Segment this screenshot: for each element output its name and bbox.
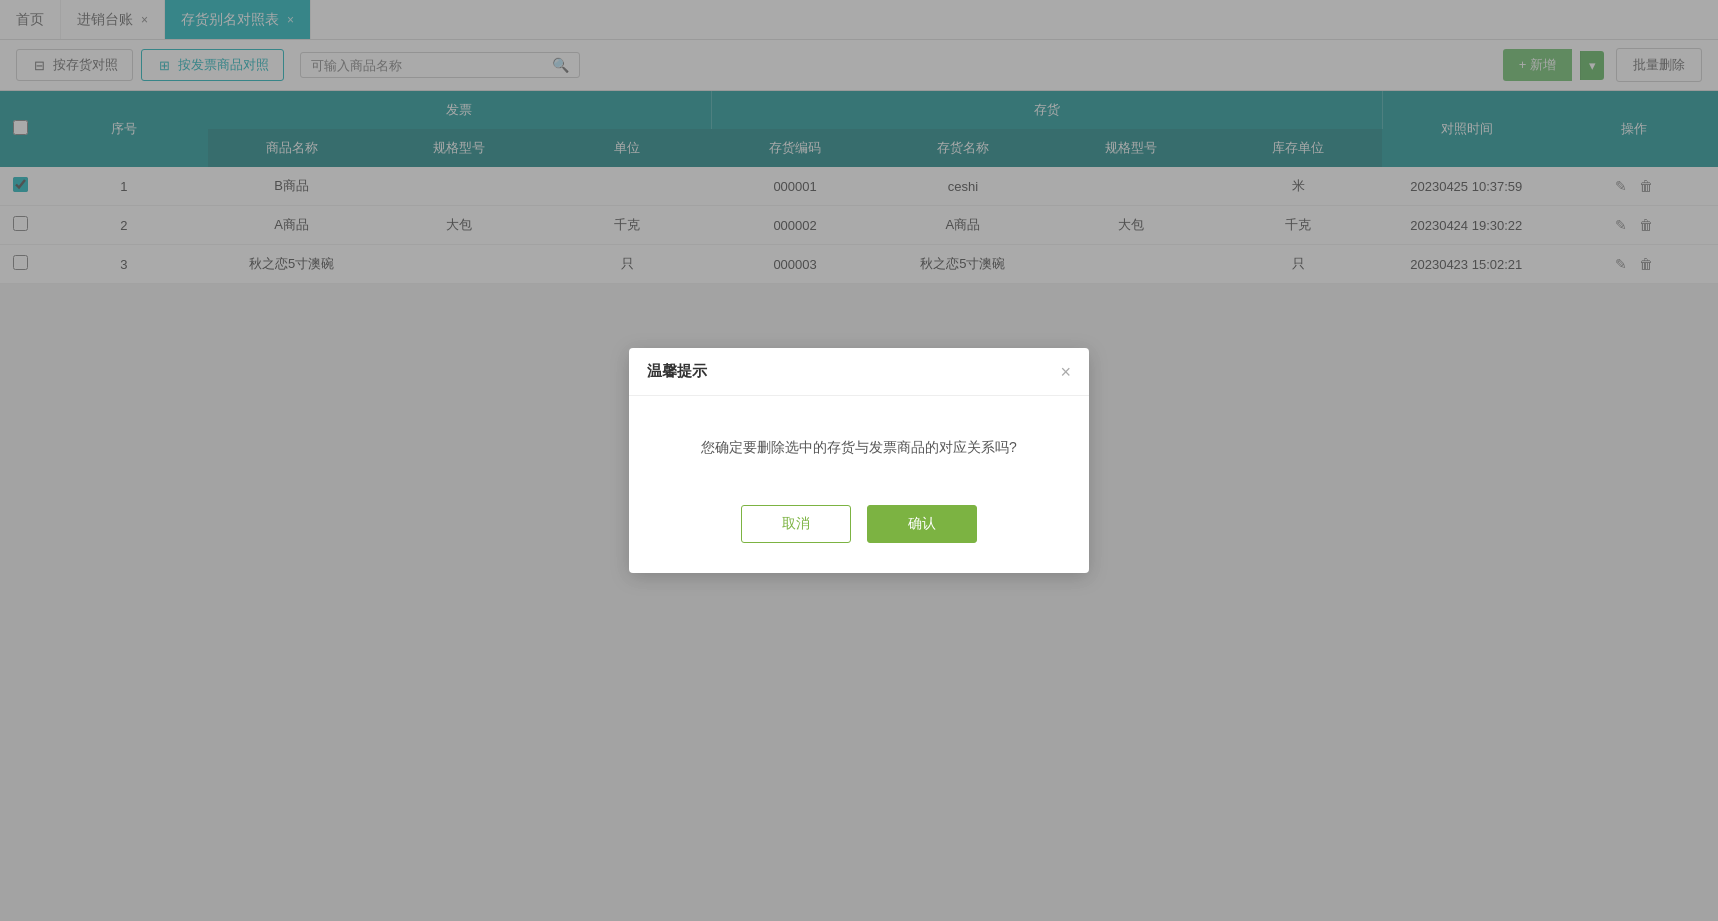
overlay: 温馨提示 × 您确定要删除选中的存货与发票商品的对应关系吗? 取消 确认 [0, 0, 1718, 284]
